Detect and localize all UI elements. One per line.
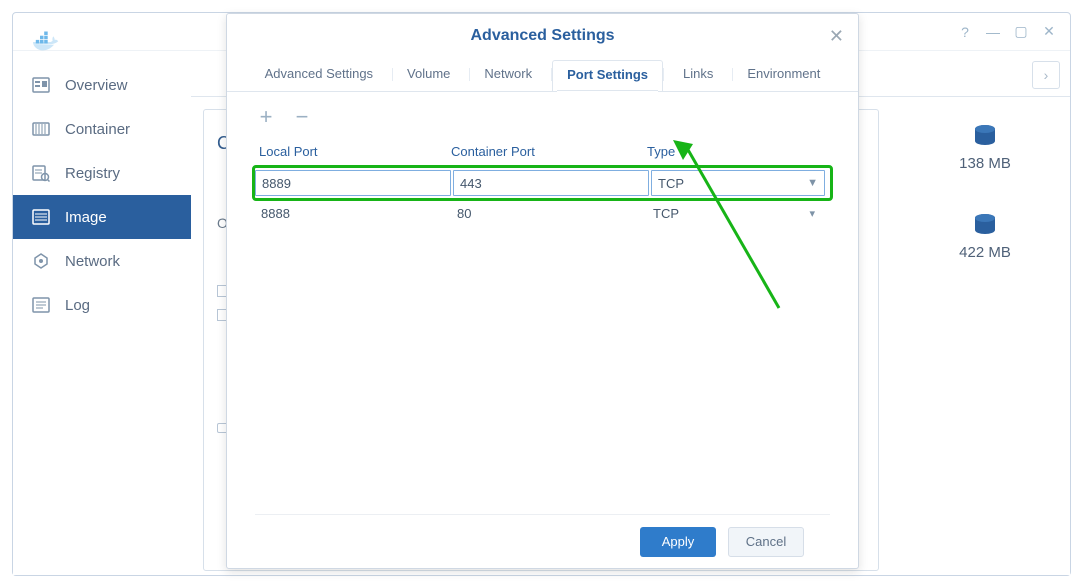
- stat-value: 138 MB: [959, 155, 1011, 172]
- container-port-cell[interactable]: 80: [451, 199, 647, 227]
- tab-advanced-settings[interactable]: Advanced Settings: [251, 66, 387, 91]
- help-button[interactable]: ?: [954, 21, 976, 43]
- container-port-input[interactable]: 443: [453, 170, 649, 196]
- sidebar-item-overview[interactable]: Overview: [13, 63, 191, 107]
- sidebar-item-container[interactable]: Container: [13, 107, 191, 151]
- remove-row-button[interactable]: −: [291, 106, 313, 128]
- sidebar: Overview Container Registry Image: [13, 53, 191, 575]
- add-row-button[interactable]: +: [255, 106, 277, 128]
- table-header: Local Port Container Port Type: [255, 136, 830, 168]
- storage-stat: 138 MB: [959, 123, 1011, 172]
- dialog-title: Advanced Settings: [470, 27, 614, 45]
- tab-label: Port Settings: [567, 67, 648, 82]
- log-icon: [31, 295, 51, 315]
- storage-stat: 422 MB: [959, 212, 1011, 261]
- dialog-footer: Apply Cancel: [255, 514, 830, 568]
- sidebar-item-log[interactable]: Log: [13, 283, 191, 327]
- local-port-input[interactable]: 8889: [255, 170, 451, 196]
- sidebar-item-label: Overview: [65, 77, 128, 94]
- sidebar-item-network[interactable]: Network: [13, 239, 191, 283]
- nav-next-button[interactable]: ›: [1032, 61, 1060, 89]
- col-type[interactable]: Type: [647, 144, 821, 159]
- tab-label: Network: [484, 66, 532, 81]
- docker-icon: [33, 31, 61, 53]
- table-row[interactable]: 8889 443 TCP▼: [255, 168, 830, 198]
- tab-label: Environment: [747, 66, 820, 81]
- close-icon[interactable]: ✕: [829, 26, 844, 47]
- table-actions: + −: [255, 106, 830, 128]
- tab-environment[interactable]: Environment: [733, 66, 834, 91]
- chevron-down-icon: ▾: [809, 207, 815, 220]
- tab-port-settings[interactable]: Port Settings: [552, 60, 663, 92]
- dialog-tabs: Advanced Settings Volume Network Port Se…: [227, 58, 858, 92]
- tab-network[interactable]: Network: [470, 66, 546, 91]
- apply-button[interactable]: Apply: [640, 527, 716, 557]
- image-icon: [31, 207, 51, 227]
- sidebar-item-label: Network: [65, 253, 120, 270]
- chevron-down-icon: ▼: [807, 177, 818, 189]
- port-table: Local Port Container Port Type 8889 443 …: [255, 136, 830, 228]
- database-icon: [972, 212, 998, 238]
- stat-value: 422 MB: [959, 244, 1011, 261]
- type-cell[interactable]: TCP▾: [647, 199, 821, 227]
- type-select[interactable]: TCP▼: [651, 170, 825, 196]
- tab-links[interactable]: Links: [669, 66, 727, 91]
- sidebar-item-label: Image: [65, 209, 107, 226]
- container-icon: [31, 119, 51, 139]
- overview-icon: [31, 75, 51, 95]
- sidebar-item-label: Log: [65, 297, 90, 314]
- tab-label: Advanced Settings: [265, 66, 373, 81]
- local-port-cell[interactable]: 8888: [255, 199, 451, 227]
- cancel-button[interactable]: Cancel: [728, 527, 804, 557]
- sidebar-item-label: Registry: [65, 165, 120, 182]
- maximize-button[interactable]: ▢: [1010, 21, 1032, 43]
- sidebar-item-registry[interactable]: Registry: [13, 151, 191, 195]
- tab-volume[interactable]: Volume: [393, 66, 464, 91]
- network-icon: [31, 251, 51, 271]
- registry-icon: [31, 163, 51, 183]
- advanced-settings-dialog: Advanced Settings ✕ Advanced Settings Vo…: [226, 13, 859, 569]
- tab-label: Links: [683, 66, 713, 81]
- database-icon: [972, 123, 998, 149]
- table-row[interactable]: 8888 80 TCP▾: [255, 198, 830, 228]
- right-stats-panel: 138 MB 422 MB: [900, 97, 1070, 261]
- col-container-port[interactable]: Container Port: [451, 144, 647, 159]
- minimize-button[interactable]: —: [982, 21, 1004, 43]
- dialog-header: Advanced Settings ✕: [227, 14, 858, 58]
- sidebar-item-image[interactable]: Image: [13, 195, 191, 239]
- sidebar-item-label: Container: [65, 121, 130, 138]
- tab-label: Volume: [407, 66, 450, 81]
- close-window-button[interactable]: ✕: [1038, 21, 1060, 43]
- col-local-port[interactable]: Local Port: [255, 144, 451, 159]
- dialog-body: + − Local Port Container Port Type 8889 …: [227, 92, 858, 514]
